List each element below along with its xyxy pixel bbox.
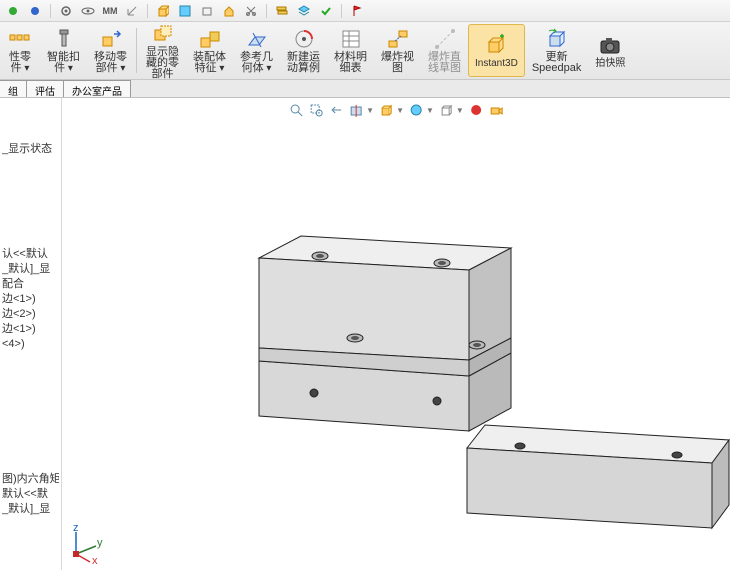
smart-fastener-button[interactable]: 智能扣件 ▾ [40,24,87,77]
button-label: 爆炸直线草图 [428,52,461,74]
assembly-features-button[interactable]: 装配体特征 ▾ [186,24,233,77]
tree-item[interactable]: _默认]_显 [2,502,59,517]
orientation-triad[interactable]: z y x [66,524,106,564]
tree-item[interactable]: 默认<<默 [2,487,59,502]
bom-icon [339,27,363,51]
qat-house-icon[interactable] [220,2,238,20]
qat-axis-icon[interactable] [123,2,141,20]
tree-item[interactable]: 认<<默认 [2,247,59,262]
reference-geometry-button[interactable]: 参考几何体 ▾ [233,24,280,77]
qat-box-icon[interactable] [198,2,216,20]
qat-separator [147,4,148,18]
button-label: 移动零部件 ▾ [94,52,127,74]
reference-geometry-icon [245,27,269,51]
button-label: 性零件 ▾ [9,52,31,74]
update-speedpak-button[interactable]: 更新Speedpak [525,24,589,77]
qat-separator [50,4,51,18]
snapshot-icon [598,33,622,57]
exploded-view-button[interactable]: 爆炸视图 [374,24,421,77]
svg-text:y: y [97,537,103,549]
qat-check-icon[interactable] [317,2,335,20]
tree-item[interactable]: 图)内六角矩 [2,472,59,487]
bom-button[interactable]: 材料明细表 [327,24,374,77]
linear-pattern-button[interactable]: 性零件 ▾ [0,24,40,77]
qat-swatch-icon[interactable] [176,2,194,20]
qat-blue-dot-icon[interactable] [26,2,44,20]
button-label: 智能扣件 ▾ [47,52,80,74]
new-motion-study-button[interactable]: 新建运动算例 [280,24,327,77]
button-label: Instant3D [475,58,518,69]
button-label: 更新Speedpak [532,52,582,74]
tree-item[interactable]: 边<1>) [2,322,59,337]
svg-text:z: z [73,524,79,534]
tab-evaluate[interactable]: 评估 [26,80,64,97]
exploded-view-icon [386,27,410,51]
move-component-button[interactable]: 移动零部件 ▾ [87,24,134,77]
graphics-viewport[interactable]: ▼ ▼ ▼ ▼ [62,98,730,570]
move-component-icon [99,27,123,51]
button-label: 爆炸视图 [381,52,414,74]
explode-line-sketch-button: 爆炸直线草图 [421,24,468,77]
feature-tree-panel[interactable]: _显示状态 认<<默认 _默认]_显 配合 边<1>) 边<2>) 边<1>) … [0,98,62,570]
command-tab-bar: 组 评估 办公室产品 [0,80,730,98]
svg-text:x: x [92,555,98,564]
qat-gear-icon[interactable] [57,2,75,20]
instant3d-button[interactable]: Instant3D [468,24,525,77]
qat-cut-icon[interactable] [242,2,260,20]
linear-pattern-icon [8,27,32,51]
tree-item[interactable]: 配合 [2,277,59,292]
button-label: 拍快照 [595,58,625,69]
qat-stack-icon[interactable] [273,2,291,20]
tree-item[interactable]: <4>) [2,337,59,352]
assembly-features-icon [198,27,222,51]
qat-green-dot-icon[interactable] [4,2,22,20]
qat-separator [266,4,267,18]
explode-line-icon [433,27,457,51]
button-label: 显示隐藏的零部件 [146,47,179,80]
qat-cube-icon[interactable] [154,2,172,20]
qat-layers-icon[interactable] [295,2,313,20]
quick-access-toolbar: MM [0,0,730,22]
ribbon-toolbar: 性零件 ▾ 智能扣件 ▾ 移动零部件 ▾ 显示隐藏的零部件 装配体特征 ▾ 参考… [0,22,730,80]
model-geometry [62,98,730,570]
tab-office[interactable]: 办公室产品 [63,80,131,97]
workspace: _显示状态 认<<默认 _默认]_显 配合 边<1>) 边<2>) 边<1>) … [0,98,730,570]
qat-eye-icon[interactable] [79,2,97,20]
feature-tree[interactable]: _显示状态 认<<默认 _默认]_显 配合 边<1>) 边<2>) 边<1>) … [0,98,61,521]
show-hidden-button[interactable]: 显示隐藏的零部件 [139,24,186,77]
button-label: 材料明细表 [334,52,367,74]
tree-item[interactable]: 边<1>) [2,292,59,307]
speedpak-icon [545,27,569,51]
motion-study-icon [292,27,316,51]
qat-text-icon[interactable]: MM [101,2,119,20]
button-label: 参考几何体 ▾ [240,52,273,74]
button-label: 新建运动算例 [287,52,320,74]
tree-item[interactable]: 边<2>) [2,307,59,322]
smart-fastener-icon [52,27,76,51]
button-label: 装配体特征 ▾ [193,52,226,74]
tree-item[interactable]: _默认]_显 [2,262,59,277]
tree-item[interactable]: _显示状态 [2,142,59,157]
tab-group[interactable]: 组 [0,80,27,97]
show-hidden-icon [151,22,175,46]
instant3d-icon [484,33,508,57]
qat-flag-icon[interactable] [348,2,366,20]
ribbon-separator [136,28,137,73]
qat-separator [341,4,342,18]
take-snapshot-button[interactable]: 拍快照 [588,24,632,77]
